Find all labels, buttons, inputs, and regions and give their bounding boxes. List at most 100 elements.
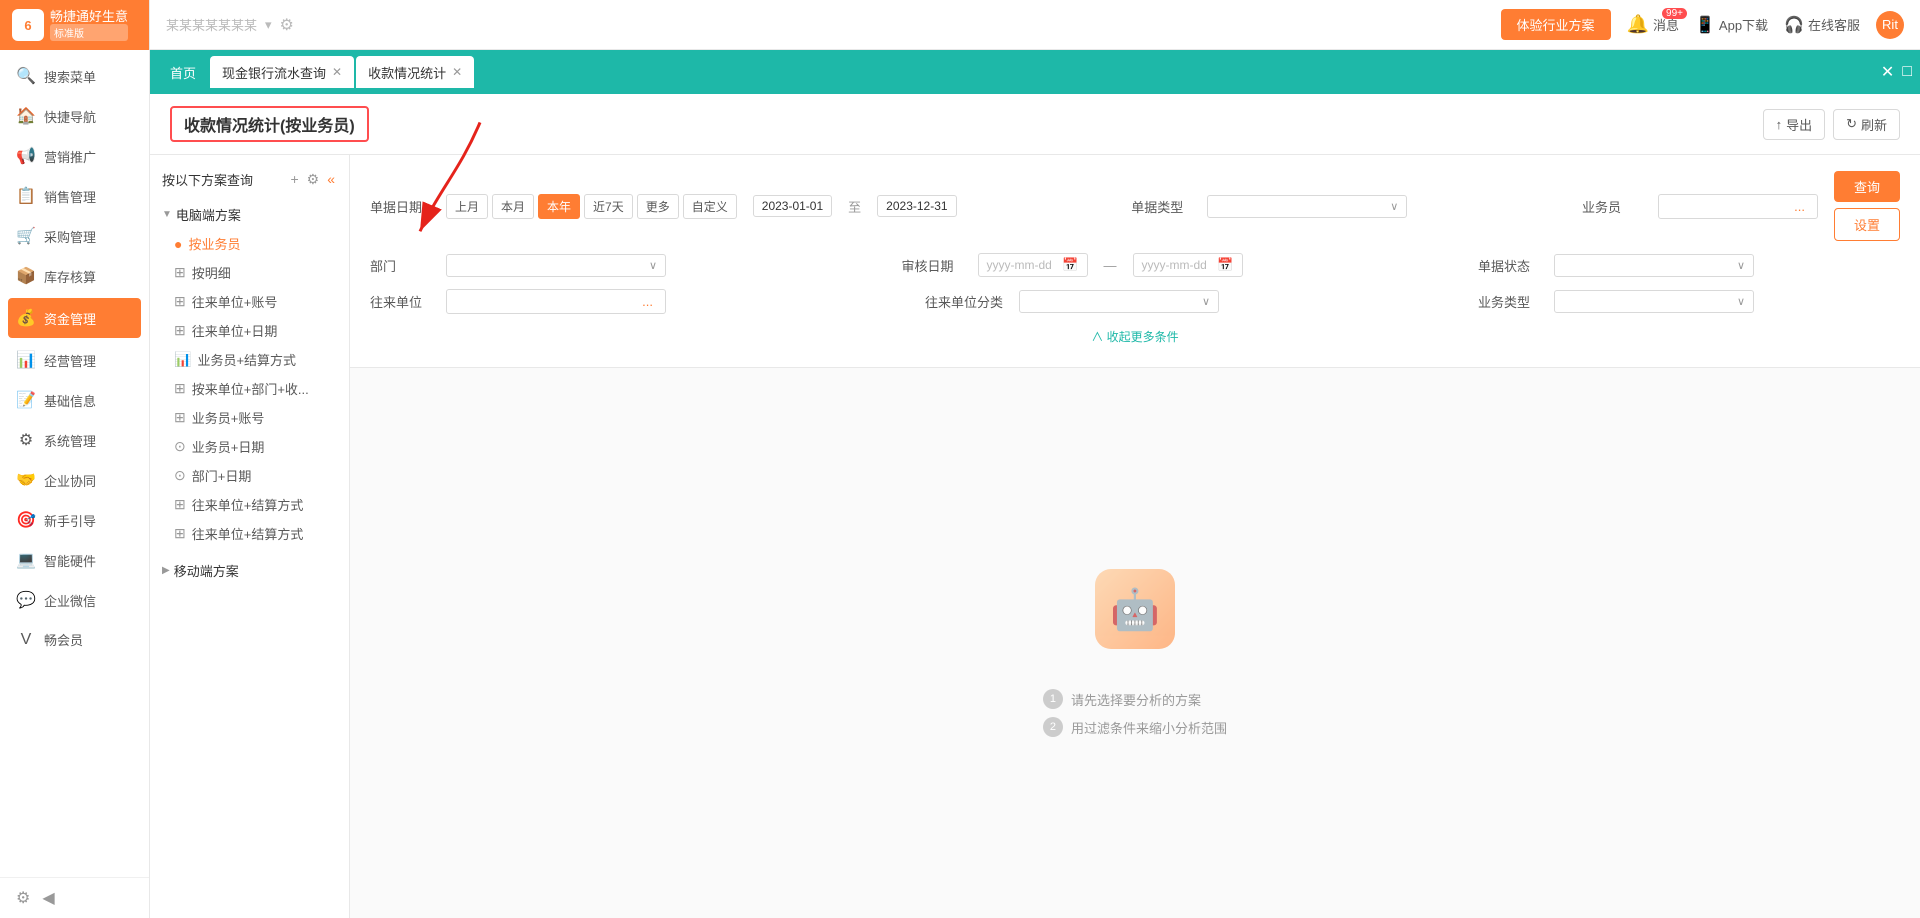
sidebar-item-guide[interactable]: 🎯 新手引导 bbox=[0, 500, 149, 540]
sidebar-item-hardware[interactable]: 💻 智能硬件 bbox=[0, 540, 149, 580]
counterparty-dots-btn[interactable]: ... bbox=[638, 294, 657, 309]
settings-scheme-btn[interactable]: ⚙ bbox=[305, 169, 322, 190]
salesperson-input[interactable]: ... bbox=[1658, 194, 1818, 219]
footer-settings-icon[interactable]: ⚙ bbox=[16, 888, 30, 908]
sidebar-label-operations: 经营管理 bbox=[44, 351, 96, 370]
date-options: 上月 本月 本年 近7天 更多 自定义 bbox=[446, 194, 737, 219]
cp-account-label: 往来单位+账号 bbox=[192, 292, 278, 311]
sidebar-nav: 🔍 搜索菜单 🏠 快捷导航 📢 营销推广 📋 销售管理 🛒 采购管理 📦 库存核… bbox=[0, 50, 149, 877]
scheme-dept-date[interactable]: ⊙ 部门+日期 bbox=[162, 461, 349, 490]
inventory-icon: 📦 bbox=[16, 266, 36, 286]
date-btn-custom[interactable]: 自定义 bbox=[683, 194, 737, 219]
refresh-button[interactable]: ↻ 刷新 bbox=[1833, 109, 1900, 140]
export-button[interactable]: ↑ 导出 bbox=[1763, 109, 1826, 140]
biztype-select[interactable]: ∨ bbox=[1554, 290, 1754, 313]
sidebar-item-sales[interactable]: 📋 销售管理 bbox=[0, 176, 149, 216]
empty-content: 🤖 1 请先选择要分析的方案 2 用过滤条件来缩小分析范围 bbox=[1043, 549, 1227, 737]
sidebar-item-marketing[interactable]: 📢 营销推广 bbox=[0, 136, 149, 176]
salesperson-icon: ● bbox=[174, 236, 182, 252]
sidebar-item-operations[interactable]: 📊 经营管理 bbox=[0, 340, 149, 380]
scheme-counterparty-date[interactable]: ⊞ 往来单位+日期 bbox=[162, 316, 349, 345]
add-scheme-btn[interactable]: + bbox=[288, 169, 300, 190]
desktop-section: ▼ 电脑端方案 ● 按业务员 ⊞ 按明细 ⊞ bbox=[150, 196, 349, 552]
mobile-section-toggle[interactable]: ▶ 移动端方案 bbox=[150, 556, 349, 585]
tab-collection-stats[interactable]: 收款情况统计 ✕ bbox=[356, 56, 474, 88]
salesperson-label: 按业务员 bbox=[188, 234, 240, 253]
online-service[interactable]: 🎧 在线客服 bbox=[1784, 15, 1860, 35]
dept-label: 按来单位+部门+收... bbox=[192, 379, 309, 398]
desktop-section-label: 电脑端方案 bbox=[176, 205, 241, 224]
tab-collection-stats-close[interactable]: ✕ bbox=[452, 65, 462, 79]
doctype-label: 单据类型 bbox=[1131, 197, 1191, 216]
doctype-select[interactable]: ∨ bbox=[1207, 195, 1407, 218]
settings-button[interactable]: 设置 bbox=[1834, 208, 1900, 241]
empty-step-1: 1 请先选择要分析的方案 bbox=[1043, 689, 1227, 709]
dept-select[interactable]: ∨ bbox=[446, 254, 666, 277]
tab-bank-flow[interactable]: 现金银行流水查询 ✕ bbox=[210, 56, 354, 88]
cp-stl-label: 往来单位+结算方式 bbox=[192, 495, 304, 514]
sidebar-label-wechat: 企业微信 bbox=[44, 591, 96, 610]
sidebar-item-quicknav[interactable]: 🏠 快捷导航 bbox=[0, 96, 149, 136]
counterparty-input[interactable]: ... bbox=[446, 289, 666, 314]
cp-category-select[interactable]: ∨ bbox=[1019, 290, 1219, 313]
detail-label: 按明细 bbox=[192, 263, 231, 282]
search-icon: 🔍 bbox=[16, 66, 36, 86]
sidebar-item-basic[interactable]: 📝 基础信息 bbox=[0, 380, 149, 420]
sidebar-item-wechat[interactable]: 💬 企业微信 bbox=[0, 580, 149, 620]
scheme-counterparty-account[interactable]: ⊞ 往来单位+账号 bbox=[162, 287, 349, 316]
header-settings-icon[interactable]: ⚙ bbox=[280, 15, 294, 35]
trial-button[interactable]: 体验行业方案 bbox=[1501, 9, 1611, 40]
scheme-cp-settlement2[interactable]: ⊞ 往来单位+结算方式 bbox=[162, 519, 349, 548]
cp-category-label: 往来单位分类 bbox=[925, 292, 1003, 311]
date-btn-last7[interactable]: 近7天 bbox=[584, 194, 633, 219]
footer-collapse-icon[interactable]: ◀ bbox=[42, 888, 54, 908]
basic-icon: 📝 bbox=[16, 390, 36, 410]
counterparty-label: 往来单位 bbox=[370, 292, 430, 311]
review-date-start[interactable]: yyyy-mm-dd 📅 bbox=[978, 253, 1088, 277]
query-button[interactable]: 查询 bbox=[1834, 171, 1900, 202]
header-dropdown-icon[interactable]: ▾ bbox=[265, 17, 272, 33]
date-btn-more[interactable]: 更多 bbox=[637, 194, 679, 219]
sp-acct-icon: ⊞ bbox=[174, 409, 186, 426]
scheme-salesperson-settlement[interactable]: 📊 业务员+结算方式 bbox=[162, 345, 349, 374]
sidebar-footer: ⚙ ◀ bbox=[0, 877, 149, 918]
date-btn-this-year[interactable]: 本年 bbox=[538, 194, 580, 219]
purchase-icon: 🛒 bbox=[16, 226, 36, 246]
sp-date-label: 业务员+日期 bbox=[192, 437, 265, 456]
scheme-by-dept[interactable]: ⊞ 按来单位+部门+收... bbox=[162, 374, 349, 403]
scheme-cp-settlement[interactable]: ⊞ 往来单位+结算方式 bbox=[162, 490, 349, 519]
sidebar-label-hardware: 智能硬件 bbox=[44, 551, 96, 570]
dept-chevron: ∨ bbox=[649, 259, 657, 272]
tab-home[interactable]: 首页 bbox=[158, 56, 208, 88]
sidebar-item-system[interactable]: ⚙ 系统管理 bbox=[0, 420, 149, 460]
app-download[interactable]: 📱 App下载 bbox=[1695, 15, 1768, 35]
scheme-by-salesperson[interactable]: ● 按业务员 bbox=[162, 229, 349, 258]
date-btn-last-month[interactable]: 上月 bbox=[446, 194, 488, 219]
cp-stl2-icon: ⊞ bbox=[174, 525, 186, 542]
sidebar-item-purchase[interactable]: 🛒 采购管理 bbox=[0, 216, 149, 256]
date-btn-this-month[interactable]: 本月 bbox=[492, 194, 534, 219]
sidebar-item-inventory[interactable]: 📦 库存核算 bbox=[0, 256, 149, 296]
page-actions: ↑ 导出 ↻ 刷新 bbox=[1763, 109, 1900, 140]
scheme-sp-date[interactable]: ⊙ 业务员+日期 bbox=[162, 432, 349, 461]
sidebar-item-member[interactable]: V 畅会员 bbox=[0, 620, 149, 659]
docstatus-select[interactable]: ∨ bbox=[1554, 254, 1754, 277]
scheme-sp-account[interactable]: ⊞ 业务员+账号 bbox=[162, 403, 349, 432]
dept-label: 部门 bbox=[370, 256, 430, 275]
tab-bank-flow-close[interactable]: ✕ bbox=[332, 65, 342, 79]
desktop-section-toggle[interactable]: ▼ 电脑端方案 bbox=[150, 200, 349, 229]
sidebar-item-finance[interactable]: 💰 资金管理 bbox=[8, 298, 141, 338]
user-avatar[interactable]: Rit bbox=[1876, 11, 1904, 39]
review-date-end[interactable]: yyyy-mm-dd 📅 bbox=[1133, 253, 1243, 277]
tab-maximize-btn[interactable]: □ bbox=[1902, 63, 1912, 81]
sidebar-item-enterprise[interactable]: 🤝 企业协同 bbox=[0, 460, 149, 500]
scheme-by-detail[interactable]: ⊞ 按明细 bbox=[162, 258, 349, 287]
sidebar-item-search[interactable]: 🔍 搜索菜单 bbox=[0, 56, 149, 96]
salesperson-dots-btn[interactable]: ... bbox=[1790, 199, 1809, 214]
message-badge[interactable]: 🔔 消息 99+ bbox=[1627, 14, 1679, 35]
member-icon: V bbox=[16, 631, 36, 649]
tab-close-btn[interactable]: ✕ bbox=[1881, 62, 1894, 82]
collapse-scheme-btn[interactable]: « bbox=[325, 169, 337, 190]
collapse-more-btn[interactable]: ∧ 收起更多条件 bbox=[1091, 322, 1178, 351]
export-icon: ↑ bbox=[1776, 117, 1783, 132]
